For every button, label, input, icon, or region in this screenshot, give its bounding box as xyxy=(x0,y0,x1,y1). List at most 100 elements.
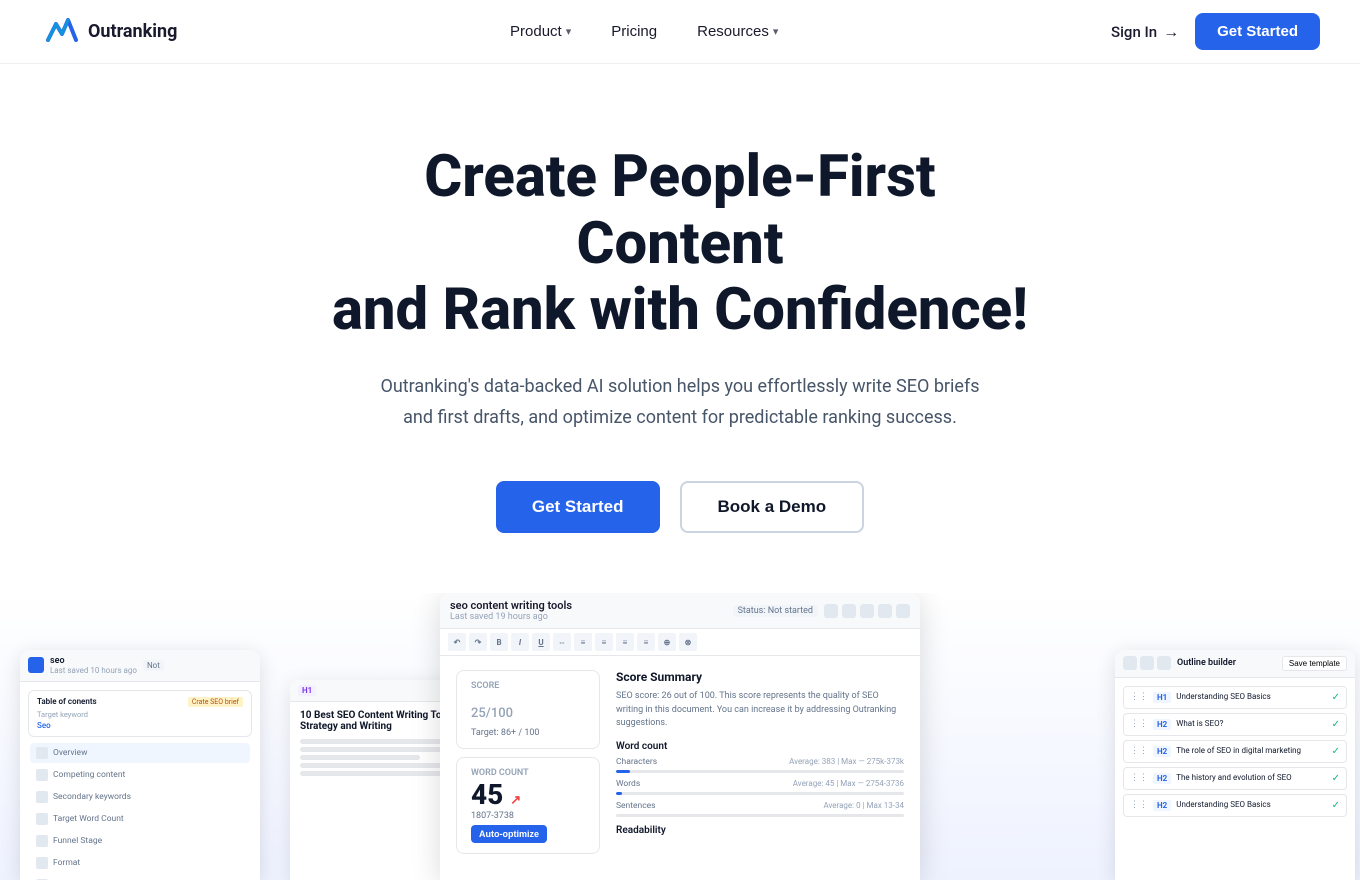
chevron-down-icon: ▾ xyxy=(773,25,779,38)
toolbar-icon xyxy=(842,604,856,618)
auto-optimize-button[interactable]: Auto-optimize xyxy=(471,825,547,843)
format-icon[interactable]: ⊕ xyxy=(658,633,676,651)
format-icon[interactable]: ≡ xyxy=(595,633,613,651)
hero-section: Create People-First Content and Rank wit… xyxy=(0,64,1360,593)
readability-label: Readability xyxy=(616,825,904,836)
words-label: Words xyxy=(616,779,640,789)
drag-handle-icon: ⋮⋮ xyxy=(1130,773,1148,783)
sentences-bar xyxy=(616,814,904,817)
format-icon[interactable]: ≡ xyxy=(637,633,655,651)
words-bar xyxy=(616,792,904,795)
format-icon[interactable]: U xyxy=(532,633,550,651)
outline-list: ⋮⋮ H1 Understanding SEO Basics ✓ ⋮⋮ H2 W… xyxy=(1115,678,1355,829)
nav-item-label: Competing content xyxy=(53,770,125,780)
char-values: Average: 383 | Max — 275k-373k xyxy=(789,757,904,766)
check-icon: ✓ xyxy=(1332,746,1340,757)
format-icon[interactable]: ↷ xyxy=(469,633,487,651)
word-count-box: WORD COUNT 45 ↗ 1807-3738 Auto-optimize xyxy=(456,757,600,854)
cta-badge: Crate SEO brief xyxy=(188,697,243,707)
left-panel-content: Table of conents Crate SEO brief Target … xyxy=(20,682,260,880)
format-icon[interactable]: ⇔ xyxy=(553,633,571,651)
format-icon[interactable]: B xyxy=(490,633,508,651)
hero-subtitle: Outranking's data-backed AI solution hel… xyxy=(380,372,980,433)
right-panel-header: Outline builder Save template xyxy=(1115,650,1355,678)
word-count-section: Word count xyxy=(616,741,904,752)
status-badge: Status: Not started xyxy=(733,605,818,617)
outline-item: ⋮⋮ H2 The history and evolution of SEO ✓ xyxy=(1123,767,1347,790)
logo-text: Outranking xyxy=(88,21,177,42)
get-started-nav-button[interactable]: Get Started xyxy=(1195,13,1320,50)
toolbar-icon xyxy=(1123,656,1137,670)
navbar: Outranking Product ▾ Pricing Resources ▾… xyxy=(0,0,1360,64)
nav-item-search-intent[interactable]: Search intent xyxy=(30,875,250,880)
words-bar-fill xyxy=(616,792,622,795)
hero-title: Create People-First Content and Rank wit… xyxy=(320,144,1040,344)
left-panel-status-badge: Not xyxy=(143,660,164,671)
save-template-button[interactable]: Save template xyxy=(1282,656,1347,671)
left-panel-doc-sub: Last saved 10 hours ago xyxy=(50,666,137,675)
format-icon[interactable]: ↶ xyxy=(448,633,466,651)
nav-links: Product ▾ Pricing Resources ▾ xyxy=(494,15,794,48)
words-values: Average: 45 | Max — 2754-3736 xyxy=(793,779,904,788)
nav-item-funnel[interactable]: Funnel Stage xyxy=(30,831,250,851)
outline-builder-title: Outline builder xyxy=(1177,658,1236,668)
book-demo-button[interactable]: Book a Demo xyxy=(680,481,865,533)
hero-buttons: Get Started Book a Demo xyxy=(496,481,864,533)
nav-item-secondary[interactable]: Secondary keywords xyxy=(30,787,250,807)
words-metric-row: Words Average: 45 | Max — 2754-3736 xyxy=(616,779,904,789)
pricing-link[interactable]: Pricing xyxy=(595,15,673,48)
outline-text: The history and evolution of SEO xyxy=(1176,773,1326,782)
resources-menu[interactable]: Resources ▾ xyxy=(681,15,794,48)
char-metric-row: Characters Average: 383 | Max — 275k-373… xyxy=(616,757,904,767)
format-bar: ↶ ↷ B I U ⇔ ≡ ≡ ≡ ≡ ⊕ ⊗ xyxy=(440,629,920,656)
check-icon: ✓ xyxy=(1332,800,1340,811)
article-bar xyxy=(300,771,460,776)
nav-icon xyxy=(36,747,48,759)
outline-text: Understanding SEO Basics xyxy=(1176,692,1326,701)
format-icon[interactable]: ≡ xyxy=(574,633,592,651)
format-icon[interactable]: ≡ xyxy=(616,633,634,651)
word-count-value: 45 ↗ xyxy=(471,778,585,811)
nav-icon xyxy=(36,769,48,781)
score-summary-text: SEO score: 26 out of 100. This score rep… xyxy=(616,690,904,731)
left-panel: seo Last saved 10 hours ago Not Table of… xyxy=(20,650,260,880)
article-bar xyxy=(300,755,420,760)
h1-tag: H1 xyxy=(1153,692,1171,703)
right-panel-toolbar-icons xyxy=(1123,656,1171,670)
score-box: Score 25/100 Target: 86+ / 100 xyxy=(456,670,600,749)
get-started-hero-button[interactable]: Get Started xyxy=(496,481,660,533)
nav-item-label: Overview xyxy=(53,748,87,758)
nav-right: Sign In → Get Started xyxy=(1111,13,1320,50)
seo-brief-section: Table of conents Crate SEO brief Target … xyxy=(28,690,252,737)
product-menu[interactable]: Product ▾ xyxy=(494,15,587,48)
main-panel-content: Score 25/100 Target: 86+ / 100 WORD COUN… xyxy=(440,656,920,880)
h1-tag: H1 xyxy=(298,685,316,696)
nav-item-overview[interactable]: Overview xyxy=(30,743,250,763)
nav-item-wordcount[interactable]: Target Word Count xyxy=(30,809,250,829)
outline-item: ⋮⋮ H2 Understanding SEO Basics ✓ xyxy=(1123,794,1347,817)
char-label: Characters xyxy=(616,757,657,767)
target-keyword-value: Seo xyxy=(37,721,51,730)
screenshot-container: seo Last saved 10 hours ago Not Table of… xyxy=(220,593,1140,880)
nav-item-competing[interactable]: Competing content xyxy=(30,765,250,785)
toolbar-icon xyxy=(860,604,874,618)
arrow-right-icon: → xyxy=(1163,22,1179,42)
nav-item-label: Format xyxy=(53,858,80,868)
score-summary-title: Score Summary xyxy=(616,670,904,684)
format-icon[interactable]: ⊗ xyxy=(679,633,697,651)
logo-link[interactable]: Outranking xyxy=(40,12,177,52)
sentences-values: Average: 0 | Max 13-34 xyxy=(823,801,904,810)
char-bar xyxy=(616,770,904,773)
h2-tag: H2 xyxy=(1153,800,1171,811)
doc-sub: Last saved 19 hours ago xyxy=(450,612,727,622)
score-value: 25/100 xyxy=(471,691,585,725)
table-of-contents-label: Table of conents xyxy=(37,697,97,706)
sign-in-link[interactable]: Sign In → xyxy=(1111,22,1179,42)
outline-item: ⋮⋮ H1 Understanding SEO Basics ✓ xyxy=(1123,686,1347,709)
screenshot-area: seo Last saved 10 hours ago Not Table of… xyxy=(0,593,1360,880)
outline-item: ⋮⋮ H2 The role of SEO in digital marketi… xyxy=(1123,740,1347,763)
format-icon[interactable]: I xyxy=(511,633,529,651)
score-detail: Target: 86+ / 100 xyxy=(471,728,585,738)
nav-item-format[interactable]: Format xyxy=(30,853,250,873)
toolbar-icons xyxy=(824,604,910,618)
